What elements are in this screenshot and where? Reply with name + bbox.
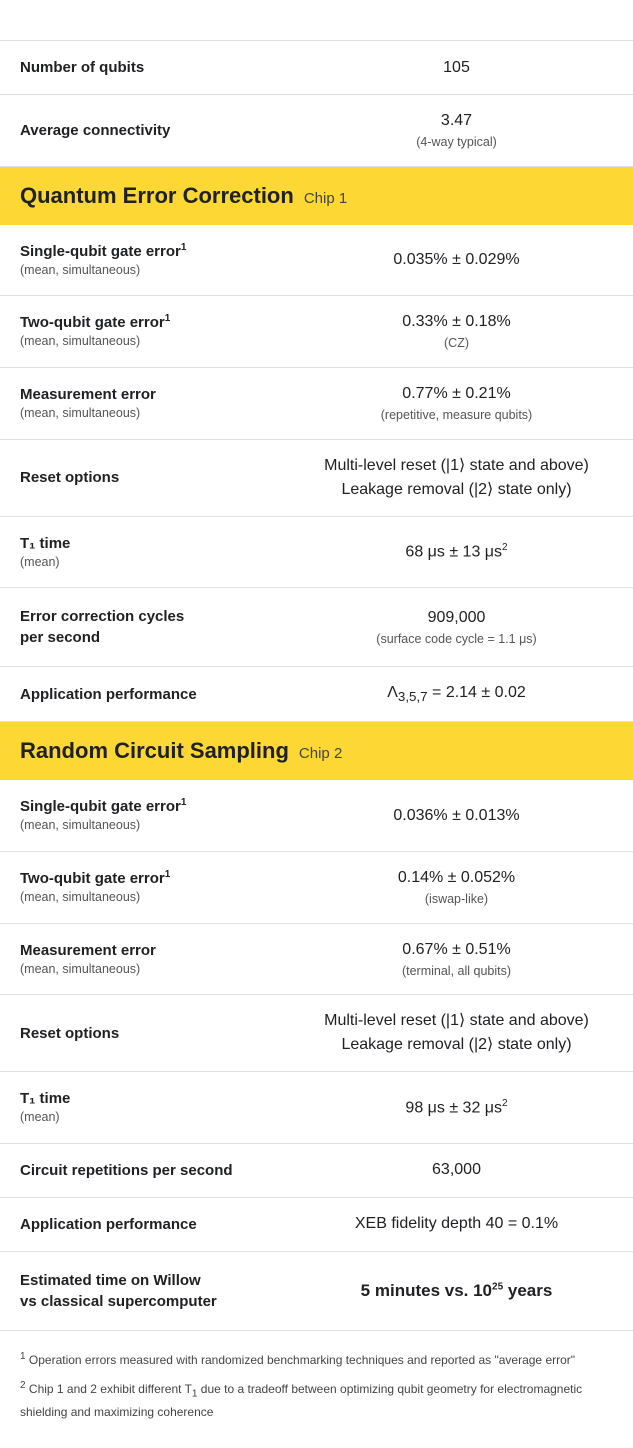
row-value: 0.33% ± 0.18%(CZ) [280, 296, 633, 367]
table-row: Estimated time on Willowvs classical sup… [0, 1252, 633, 1331]
section-title: Quantum Error Correction [20, 183, 294, 209]
table-row: Circuit repetitions per second63,000 [0, 1144, 633, 1198]
row-label: Measurement error(mean, simultaneous) [0, 368, 280, 439]
row-value: XEB fidelity depth 40 = 0.1% [280, 1198, 633, 1250]
row-value: 0.77% ± 0.21%(repetitive, measure qubits… [280, 368, 633, 439]
table-row: Application performanceΛ3,5,7 = 2.14 ± 0… [0, 667, 633, 722]
row-label: Measurement error(mean, simultaneous) [0, 924, 280, 995]
row-value: 68 μs ± 13 μs2 [280, 526, 633, 578]
table-row: Average connectivity3.47(4-way typical) [0, 95, 633, 167]
row-value: 105 [280, 42, 633, 94]
table-row: Two-qubit gate error1(mean, simultaneous… [0, 852, 633, 924]
row-value: 5 minutes vs. 1025 years [280, 1264, 633, 1318]
table-row: Single-qubit gate error1(mean, simultane… [0, 780, 633, 852]
section-title: Random Circuit Sampling [20, 738, 289, 764]
table-row: Reset optionsMulti-level reset (|1⟩ stat… [0, 440, 633, 517]
table-row: T₁ time(mean)68 μs ± 13 μs2 [0, 517, 633, 589]
page-title [0, 0, 633, 41]
row-label: Reset options [0, 1007, 280, 1060]
row-label: Circuit repetitions per second [0, 1144, 280, 1197]
row-value: 3.47(4-way typical) [280, 95, 633, 166]
table-row: Measurement error(mean, simultaneous)0.6… [0, 924, 633, 996]
row-label: Single-qubit gate error1(mean, simultane… [0, 225, 280, 296]
row-label: Reset options [0, 451, 280, 504]
row-label: Estimated time on Willowvs classical sup… [0, 1252, 280, 1330]
footnote: 1 Operation errors measured with randomi… [20, 1349, 613, 1370]
row-label: Single-qubit gate error1(mean, simultane… [0, 780, 280, 851]
row-value: 0.035% ± 0.029% [280, 234, 633, 286]
row-label: Number of qubits [0, 41, 280, 94]
row-value: Λ3,5,7 = 2.14 ± 0.02 [280, 667, 633, 721]
row-value: 0.67% ± 0.51%(terminal, all qubits) [280, 924, 633, 995]
chip-label: Chip 2 [299, 745, 342, 762]
table-row: Measurement error(mean, simultaneous)0.7… [0, 368, 633, 440]
chip-label: Chip 1 [304, 190, 347, 207]
row-label: Application performance [0, 1198, 280, 1251]
table-row: Two-qubit gate error1(mean, simultaneous… [0, 296, 633, 368]
section-header: Quantum Error Correction Chip 1 [0, 167, 633, 225]
table-row: Error correction cyclesper second909,000… [0, 588, 633, 667]
row-label: Application performance [0, 668, 280, 721]
row-value: 98 μs ± 32 μs2 [280, 1082, 633, 1134]
row-value: Multi-level reset (|1⟩ state and above)L… [280, 440, 633, 516]
table-row: Application performanceXEB fidelity dept… [0, 1198, 633, 1252]
row-value: Multi-level reset (|1⟩ state and above)L… [280, 995, 633, 1071]
footnote: 2 Chip 1 and 2 exhibit different T1 due … [20, 1378, 613, 1422]
row-value: 0.14% ± 0.052%(iswap-like) [280, 852, 633, 923]
row-label: T₁ time(mean) [0, 517, 280, 588]
row-label: Two-qubit gate error1(mean, simultaneous… [0, 852, 280, 923]
table-row: T₁ time(mean)98 μs ± 32 μs2 [0, 1072, 633, 1144]
table-row: Number of qubits105 [0, 41, 633, 95]
row-label: T₁ time(mean) [0, 1072, 280, 1143]
row-value: 0.036% ± 0.013% [280, 790, 633, 842]
row-value: 909,000(surface code cycle = 1.1 μs) [280, 592, 633, 663]
table-row: Reset optionsMulti-level reset (|1⟩ stat… [0, 995, 633, 1072]
row-label: Error correction cyclesper second [0, 588, 280, 666]
section-header: Random Circuit Sampling Chip 2 [0, 722, 633, 780]
footnotes: 1 Operation errors measured with randomi… [0, 1331, 633, 1448]
table-row: Single-qubit gate error1(mean, simultane… [0, 225, 633, 297]
row-label: Two-qubit gate error1(mean, simultaneous… [0, 296, 280, 367]
row-value: 63,000 [280, 1144, 633, 1196]
row-label: Average connectivity [0, 104, 280, 157]
